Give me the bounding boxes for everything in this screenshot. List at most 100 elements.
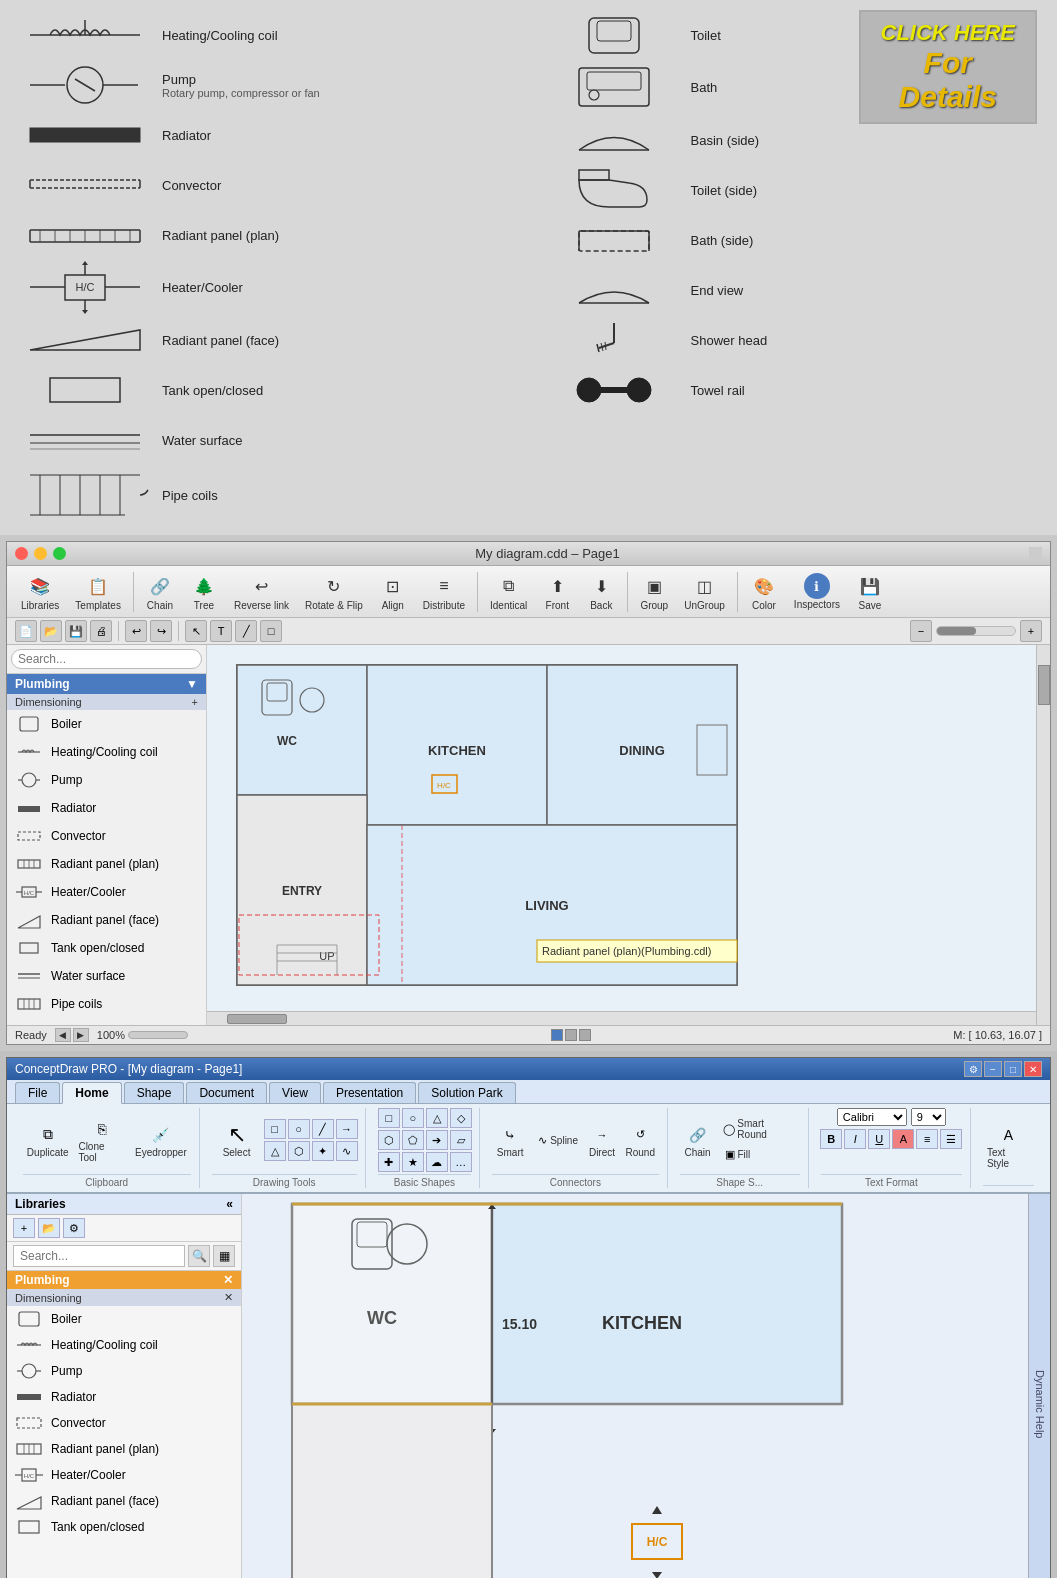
zoom-in[interactable]: + <box>1020 620 1042 642</box>
tb2-save2[interactable]: 💾 <box>65 620 87 642</box>
sidebar-item-pipe-coils[interactable]: Pipe coils <box>7 990 206 1018</box>
triangle-tool[interactable]: △ <box>264 1141 286 1161</box>
win-item-heater-cooler[interactable]: H/C Heater/Cooler <box>7 1462 241 1488</box>
sidebar-item-radiant-plan[interactable]: Radiant panel (plan) <box>7 850 206 878</box>
tool-distribute[interactable]: ≡ Distribute <box>417 570 471 613</box>
rib-spline[interactable]: ∿ Spline <box>530 1130 582 1150</box>
tool-reverse-link[interactable]: ↩ Reverse link <box>228 570 295 613</box>
rib-chain2[interactable]: 🔗 Chain <box>680 1121 716 1160</box>
app2-canvas[interactable]: WC KITCHEN 15.10 H/C <box>242 1194 1028 1578</box>
bold-btn[interactable]: B <box>820 1129 842 1149</box>
bs-para[interactable]: ▱ <box>450 1130 472 1150</box>
win-item-convector[interactable]: Convector <box>7 1410 241 1436</box>
tab-view[interactable]: View <box>269 1082 321 1103</box>
ws-open-lib[interactable]: 📂 <box>38 1218 60 1238</box>
sidebar-item-sink-unit[interactable]: Sink unit <box>7 1018 206 1025</box>
page-dot-1[interactable] <box>551 1029 563 1041</box>
tool-libraries[interactable]: 📚 Libraries <box>15 570 65 613</box>
rib-text-style[interactable]: A Text Style <box>983 1121 1034 1171</box>
win-item-tank[interactable]: Tank open/closed <box>7 1514 241 1540</box>
page-dot-3[interactable] <box>579 1029 591 1041</box>
win-item-boiler[interactable]: Boiler <box>7 1306 241 1332</box>
sidebar-category-plumbing[interactable]: Plumbing ▼ <box>7 674 206 694</box>
sidebar-item-heating-coil[interactable]: Heating/Cooling coil <box>7 738 206 766</box>
win-cat-plumbing[interactable]: Plumbing ✕ <box>7 1271 241 1289</box>
status-zoom-slider[interactable] <box>128 1031 188 1039</box>
tb2-new[interactable]: 📄 <box>15 620 37 642</box>
tool-back[interactable]: ⬇ Back <box>581 570 621 613</box>
tb2-print[interactable]: 🖨 <box>90 620 112 642</box>
bs-pent[interactable]: ⬠ <box>402 1130 424 1150</box>
sidebar-search-input[interactable] <box>11 649 202 669</box>
app2-search-input[interactable] <box>13 1245 185 1267</box>
page-dot-2[interactable] <box>565 1029 577 1041</box>
sidebar-item-tank[interactable]: Tank open/closed <box>7 934 206 962</box>
tool-templates[interactable]: 📋 Templates <box>69 570 127 613</box>
rib-smart[interactable]: ⤷ Smart <box>492 1121 528 1160</box>
curve-tool[interactable]: ∿ <box>336 1141 358 1161</box>
page-next-btn[interactable]: ▶ <box>73 1028 89 1042</box>
font-color-btn[interactable]: A <box>892 1129 914 1149</box>
bs-more[interactable]: … <box>450 1152 472 1172</box>
mac-max-btn[interactable] <box>53 547 66 560</box>
tb2-redo[interactable]: ↪ <box>150 620 172 642</box>
win-max-btn[interactable]: □ <box>1004 1061 1022 1077</box>
scrollbar-v-thumb[interactable] <box>1038 665 1050 705</box>
poly-tool[interactable]: ⬡ <box>288 1141 310 1161</box>
tool-tree[interactable]: 🌲 Tree <box>184 570 224 613</box>
app2-filter-btn[interactable]: ▦ <box>213 1245 235 1267</box>
rib-duplicate[interactable]: ⧉ Duplicate <box>23 1121 72 1160</box>
italic-btn[interactable]: I <box>844 1129 866 1149</box>
tab-home[interactable]: Home <box>62 1082 121 1104</box>
rect-tool[interactable]: □ <box>264 1119 286 1139</box>
arrow-tool[interactable]: → <box>336 1119 358 1139</box>
sidebar-item-boiler[interactable]: Boiler <box>7 710 206 738</box>
bs-star[interactable]: ★ <box>402 1152 424 1172</box>
page-prev-btn[interactable]: ◀ <box>55 1028 71 1042</box>
font-family-select[interactable]: Calibri <box>837 1108 907 1126</box>
tb2-text[interactable]: T <box>210 620 232 642</box>
tb2-shape[interactable]: □ <box>260 620 282 642</box>
win-min-btn[interactable]: − <box>984 1061 1002 1077</box>
bs-dia[interactable]: ◇ <box>450 1108 472 1128</box>
tb2-line[interactable]: ╱ <box>235 620 257 642</box>
rib-direct[interactable]: → Direct <box>584 1121 620 1160</box>
win-settings-btn[interactable]: ⚙ <box>964 1061 982 1077</box>
app1-scrollbar-h[interactable] <box>207 1011 1036 1025</box>
rib-eyedropper[interactable]: 💉 Eyedropper <box>131 1121 190 1160</box>
zoom-slider[interactable] <box>936 626 1016 636</box>
tool-align[interactable]: ⊡ Align <box>373 570 413 613</box>
bs-cloud[interactable]: ☁ <box>426 1152 448 1172</box>
tool-rotate-flip[interactable]: ↻ Rotate & Flip <box>299 570 369 613</box>
tb2-undo[interactable]: ↩ <box>125 620 147 642</box>
tb2-open[interactable]: 📂 <box>40 620 62 642</box>
tab-file[interactable]: File <box>15 1082 60 1103</box>
rib-clone-tool[interactable]: ⎘ Clone Tool <box>74 1115 129 1165</box>
font-size-select[interactable]: 9 <box>911 1108 946 1126</box>
win-item-radiant-plan[interactable]: Radiant panel (plan) <box>7 1436 241 1462</box>
app1-scrollbar-v[interactable] <box>1036 645 1050 1025</box>
underline-btn[interactable]: U <box>868 1129 890 1149</box>
win-close-btn[interactable]: ✕ <box>1024 1061 1042 1077</box>
win-item-radiant-face[interactable]: Radiant panel (face) <box>7 1488 241 1514</box>
bs-arrow[interactable]: ➔ <box>426 1130 448 1150</box>
dynamic-help-panel[interactable]: Dynamic Help <box>1028 1194 1050 1578</box>
rib-select[interactable]: ↖ Select <box>212 1121 262 1160</box>
win-item-heating-coil[interactable]: Heating/Cooling coil <box>7 1332 241 1358</box>
align-center-btn[interactable]: ☰ <box>940 1129 962 1149</box>
ws-new-lib[interactable]: + <box>13 1218 35 1238</box>
scrollbar-h-thumb[interactable] <box>227 1014 287 1024</box>
tool-group[interactable]: ▣ Group <box>634 570 674 613</box>
sidebar-subcat-dimensioning[interactable]: Dimensioning + <box>7 694 206 710</box>
sidebar-item-radiant-face[interactable]: Radiant panel (face) <box>7 906 206 934</box>
tool-identical[interactable]: ⧉ Identical <box>484 570 533 613</box>
tab-solution-park[interactable]: Solution Park <box>418 1082 515 1103</box>
win-subcat-dimensioning[interactable]: Dimensioning ✕ <box>7 1289 241 1306</box>
tb2-cursor[interactable]: ↖ <box>185 620 207 642</box>
app2-search-btn[interactable]: 🔍 <box>188 1245 210 1267</box>
sidebar-item-heater-cooler[interactable]: H/C Heater/Cooler <box>7 878 206 906</box>
sidebar-item-pump[interactable]: Pump <box>7 766 206 794</box>
tool-color[interactable]: 🎨 Color <box>744 570 784 613</box>
sidebar-item-water-surface[interactable]: Water surface <box>7 962 206 990</box>
line-tool[interactable]: ╱ <box>312 1119 334 1139</box>
